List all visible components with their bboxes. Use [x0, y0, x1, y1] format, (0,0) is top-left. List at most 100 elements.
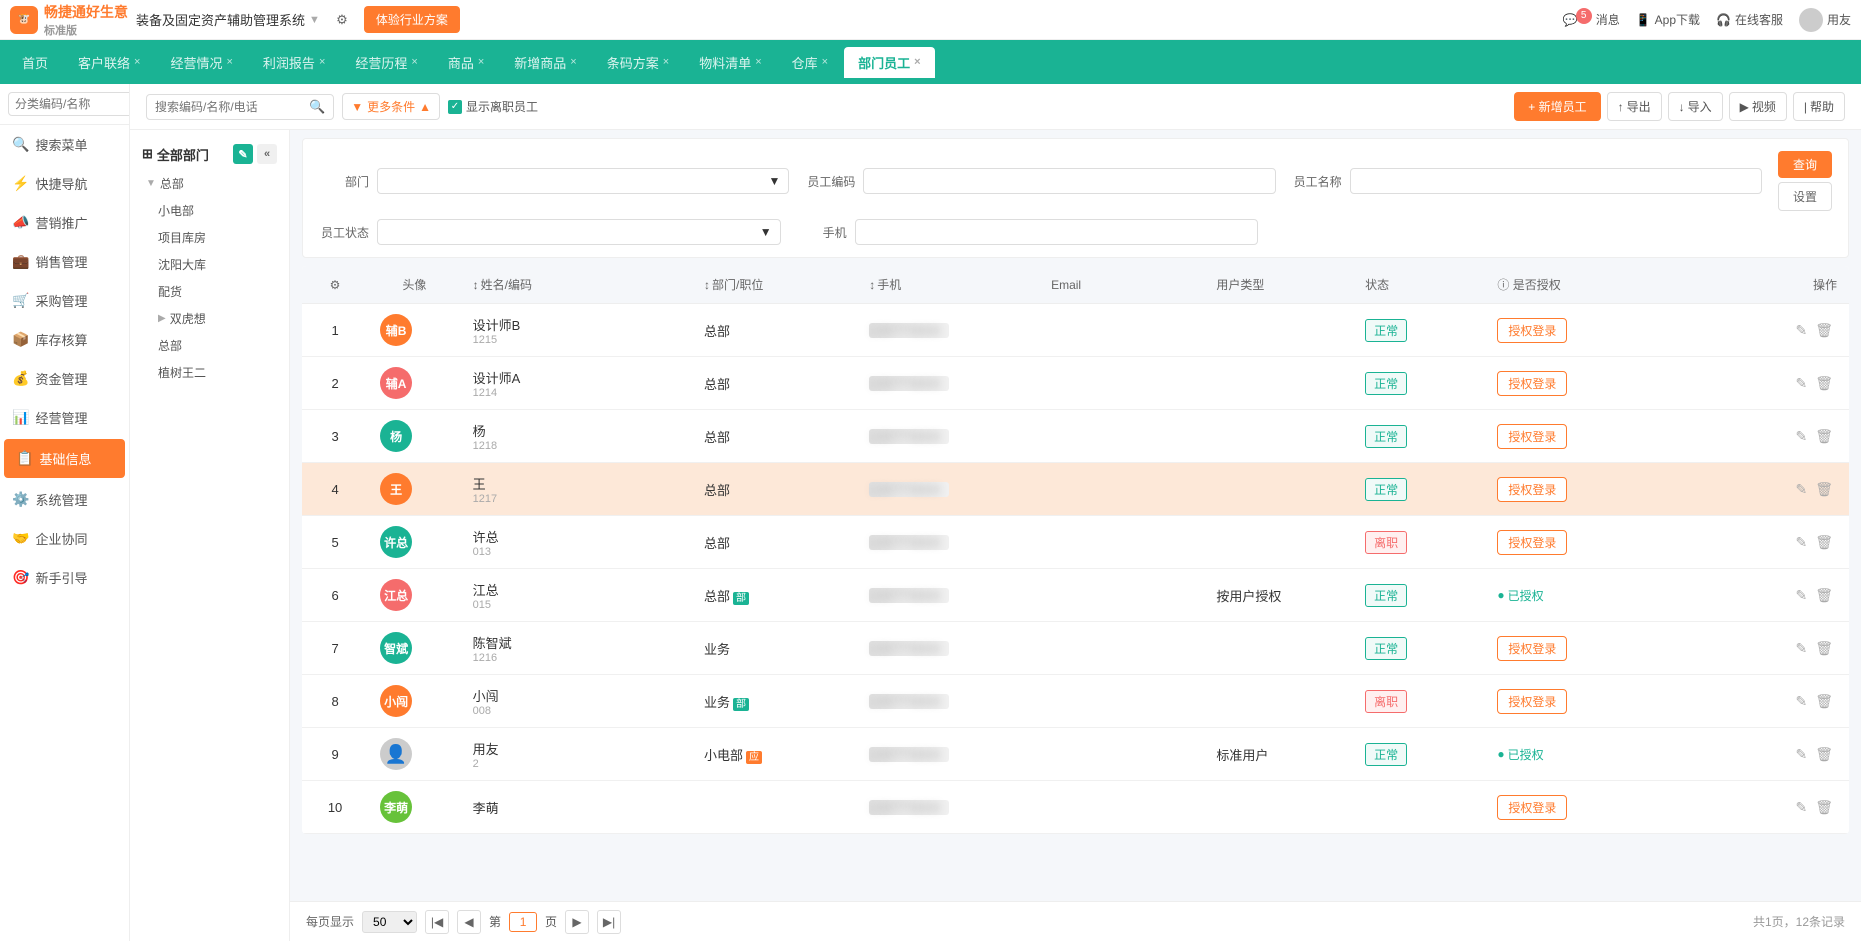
reset-button[interactable]: 设置 — [1778, 182, 1832, 211]
sidebar-item-collab[interactable]: 🤝 企业协同 — [0, 519, 129, 558]
delete-button[interactable]: 🗑 — [1811, 426, 1837, 447]
dept-node-zongbu-parent[interactable]: ▼ 总部 — [130, 170, 289, 197]
dept-node-peihuo[interactable]: 配货 — [130, 278, 289, 305]
tab-warehouse[interactable]: 仓库× — [778, 47, 842, 78]
dept-node-xmkf[interactable]: 项目库房 — [130, 224, 289, 251]
auth-login-button[interactable]: 授权登录 — [1497, 318, 1567, 343]
sidebar-item-quicknav[interactable]: ⚡ 快捷导航 — [0, 164, 129, 203]
query-button[interactable]: 查询 — [1778, 151, 1832, 178]
auth-login-button[interactable]: 授权登录 — [1497, 530, 1567, 555]
help-button[interactable]: | 帮助 — [1793, 92, 1845, 121]
user-item[interactable]: 用友 — [1799, 8, 1851, 32]
delete-button[interactable]: 🗑 — [1811, 638, 1837, 659]
close-icon[interactable]: × — [319, 56, 325, 68]
tab-bom[interactable]: 物料清单× — [685, 47, 775, 78]
auth-login-button[interactable]: 授权登录 — [1497, 477, 1567, 502]
system-selector[interactable]: 装备及固定资产辅助管理系统 ▼ — [136, 10, 320, 29]
sidebar-item-system[interactable]: ⚙️ 系统管理 — [0, 480, 129, 519]
delete-button[interactable]: 🗑 — [1811, 744, 1837, 765]
sidebar-item-guide[interactable]: 🎯 新手引导 — [0, 558, 129, 597]
auth-login-button[interactable]: 授权登录 — [1497, 689, 1567, 714]
close-icon[interactable]: × — [134, 56, 140, 68]
tab-history[interactable]: 经营历程× — [341, 47, 431, 78]
close-icon[interactable]: × — [226, 56, 232, 68]
sidebar-item-search[interactable]: 🔍 搜索菜单 — [0, 125, 129, 164]
dept-node-xiaodianbu[interactable]: 小电部 — [130, 197, 289, 224]
tab-new-goods[interactable]: 新增商品× — [500, 47, 590, 78]
dept-collapse-icon[interactable]: « — [257, 144, 277, 164]
edit-button[interactable]: ✎ — [1791, 320, 1811, 341]
dept-add-icon[interactable]: ✎ — [233, 144, 253, 164]
export-button[interactable]: ↑ 导出 — [1607, 92, 1662, 121]
more-conditions-btn[interactable]: ▼ 更多条件 ▲ — [342, 93, 440, 120]
view-button[interactable]: ▶ 视频 — [1729, 92, 1787, 121]
tab-barcode[interactable]: 条码方案× — [593, 47, 683, 78]
app-download-item[interactable]: 📱 App下载 — [1636, 11, 1700, 28]
sidebar-item-inventory[interactable]: 📦 库存核算 — [0, 320, 129, 359]
close-icon[interactable]: × — [914, 56, 920, 68]
delete-button[interactable]: 🗑 — [1811, 797, 1837, 818]
message-item[interactable]: 💬 5 消息 — [1563, 11, 1620, 28]
dept-node-sydaku[interactable]: 沈阳大库 — [130, 251, 289, 278]
edit-button[interactable]: ✎ — [1791, 532, 1811, 553]
gear-icon[interactable]: ⚙ — [328, 6, 356, 34]
close-icon[interactable]: × — [570, 56, 576, 68]
tab-goods[interactable]: 商品× — [434, 47, 498, 78]
delete-button[interactable]: 🗑 — [1811, 320, 1837, 341]
sidebar-item-sales[interactable]: 💼 销售管理 — [0, 242, 129, 281]
phone-input[interactable] — [855, 219, 1259, 245]
edit-button[interactable]: ✎ — [1791, 691, 1811, 712]
delete-button[interactable]: 🗑 — [1811, 479, 1837, 500]
tab-home[interactable]: 首页 — [8, 47, 62, 78]
online-service-item[interactable]: 🎧 在线客服 — [1716, 11, 1783, 28]
sidebar-item-mgmt[interactable]: 📊 经营管理 — [0, 398, 129, 437]
experience-button[interactable]: 体验行业方案 — [364, 6, 460, 33]
prev-page-button[interactable]: ◀ — [457, 910, 481, 934]
close-icon[interactable]: × — [478, 56, 484, 68]
edit-button[interactable]: ✎ — [1791, 744, 1811, 765]
emp-code-input[interactable] — [863, 168, 1275, 194]
close-icon[interactable]: × — [663, 56, 669, 68]
sidebar-item-marketing[interactable]: 📣 营销推广 — [0, 203, 129, 242]
close-icon[interactable]: × — [411, 56, 417, 68]
page-size-select[interactable]: 50 100 — [362, 911, 417, 933]
first-page-button[interactable]: |◀ — [425, 910, 449, 934]
col-phone-sort-icon[interactable]: ↕ — [869, 278, 875, 292]
dept-node-zongbu[interactable]: 总部 — [130, 332, 289, 359]
dept-select[interactable]: ▼ — [377, 168, 789, 194]
tab-operation[interactable]: 经营情况× — [156, 47, 246, 78]
sidebar-item-finance[interactable]: 💰 资金管理 — [0, 359, 129, 398]
edit-button[interactable]: ✎ — [1791, 426, 1811, 447]
delete-button[interactable]: 🗑 — [1811, 691, 1837, 712]
delete-button[interactable]: 🗑 — [1811, 532, 1837, 553]
close-icon[interactable]: × — [822, 56, 828, 68]
edit-button[interactable]: ✎ — [1791, 479, 1811, 500]
edit-button[interactable]: ✎ — [1791, 797, 1811, 818]
dept-node-shuanghuxiang[interactable]: ▶ 双虎想 — [130, 305, 289, 332]
emp-name-input[interactable] — [1350, 168, 1762, 194]
edit-button[interactable]: ✎ — [1791, 373, 1811, 394]
col-dept-sort-icon[interactable]: ↕ — [704, 278, 710, 292]
tab-employees[interactable]: 部门员工× — [844, 47, 934, 78]
delete-button[interactable]: 🗑 — [1811, 373, 1837, 394]
sidebar-item-basic[interactable]: 📋 基础信息 — [4, 439, 125, 478]
col-name-sort-icon[interactable]: ↕ — [473, 278, 479, 292]
sidebar-search-input[interactable] — [8, 92, 130, 116]
auth-login-button[interactable]: 授权登录 — [1497, 795, 1567, 820]
tab-profit[interactable]: 利润报告× — [249, 47, 339, 78]
sidebar-item-purchase[interactable]: 🛒 采购管理 — [0, 281, 129, 320]
dept-node-zhishuwanger[interactable]: 植树王二 — [130, 359, 289, 386]
tab-customer[interactable]: 客户联络× — [64, 47, 154, 78]
import-button[interactable]: ↓ 导入 — [1668, 92, 1723, 121]
next-page-button[interactable]: ▶ — [565, 910, 589, 934]
edit-button[interactable]: ✎ — [1791, 638, 1811, 659]
close-icon[interactable]: × — [755, 56, 761, 68]
delete-button[interactable]: 🗑 — [1811, 585, 1837, 606]
last-page-button[interactable]: ▶| — [597, 910, 621, 934]
emp-status-select[interactable]: ▼ — [377, 219, 781, 245]
search-input[interactable] — [155, 100, 305, 114]
auth-login-button[interactable]: 授权登录 — [1497, 424, 1567, 449]
settings-icon[interactable]: ⚙ — [330, 278, 341, 292]
add-employee-button[interactable]: + 新增员工 — [1514, 92, 1600, 121]
auth-login-button[interactable]: 授权登录 — [1497, 371, 1567, 396]
